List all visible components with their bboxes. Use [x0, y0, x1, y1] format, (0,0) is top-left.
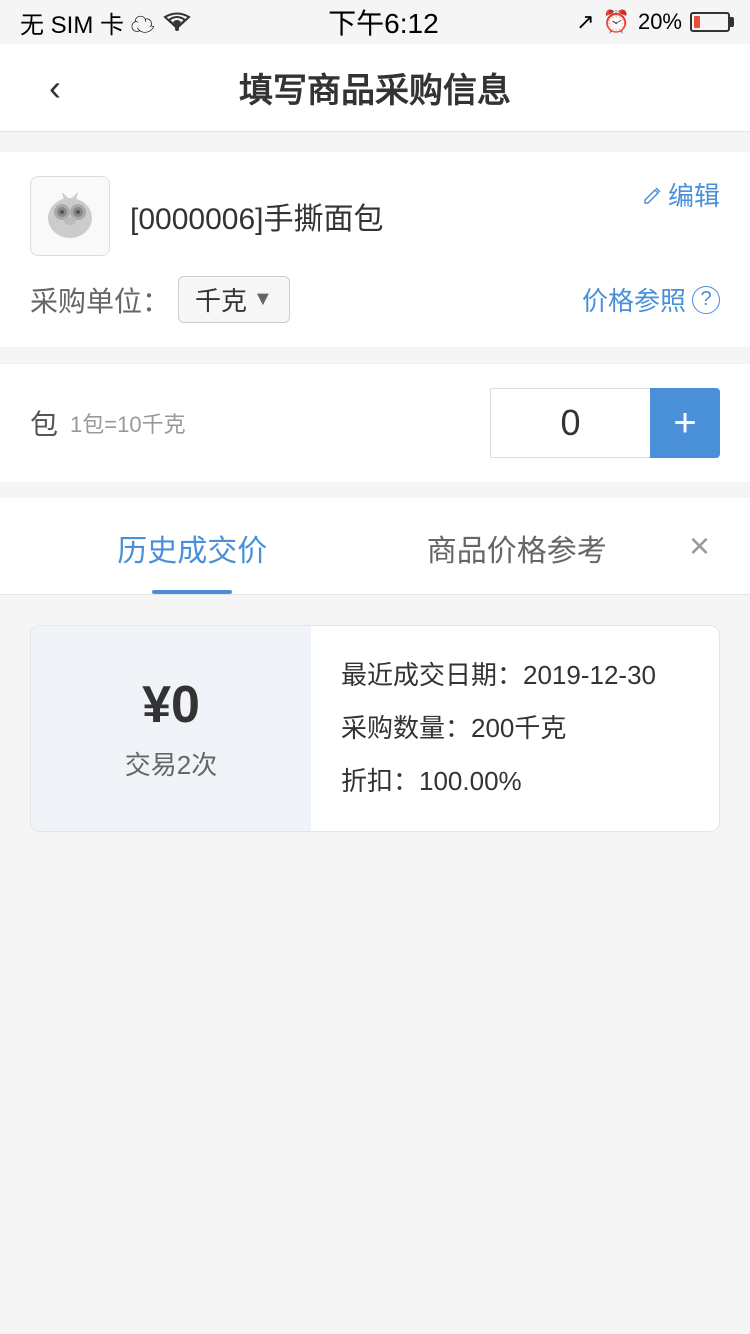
- tab-history-price[interactable]: 历史成交价: [30, 498, 354, 594]
- quantity-unit-info: 包 1包=10千克: [30, 403, 186, 443]
- gps-icon: ↗: [576, 9, 594, 35]
- unit-select[interactable]: 千克 ▼: [178, 276, 290, 323]
- edit-button[interactable]: 编辑: [642, 176, 720, 213]
- history-detail-side: 最近成交日期：2019-12-30 采购数量：200千克 折扣：100.00%: [311, 626, 719, 831]
- unit-label: 采购单位：: [30, 280, 170, 320]
- price-reference-button[interactable]: 价格参照 ?: [582, 281, 720, 318]
- alarm-icon: ⏰: [603, 9, 630, 35]
- status-left: 无 SIM 卡 ☁: [20, 5, 191, 40]
- battery-icon: [690, 12, 730, 32]
- history-price-value: ¥0: [142, 675, 200, 735]
- help-icon: ?: [692, 286, 720, 314]
- tab-product-price-ref[interactable]: 商品价格参考: [354, 498, 678, 594]
- no-sim-text: 无 SIM 卡 ☁: [20, 5, 155, 40]
- recent-date-item: 最近成交日期：2019-12-30: [341, 656, 689, 695]
- tab-close-button[interactable]: ×: [679, 515, 720, 577]
- history-content: ¥0 交易2次 最近成交日期：2019-12-30 采购数量：200千克 折扣：…: [0, 595, 750, 862]
- tabs-bar: 历史成交价 商品价格参考 ×: [0, 498, 750, 595]
- edit-icon: [642, 184, 664, 206]
- product-unit-row: 采购单位： 千克 ▼ 价格参照 ?: [30, 276, 720, 323]
- discount-item: 折扣：100.00%: [341, 762, 689, 801]
- unit-section: 采购单位： 千克 ▼: [30, 276, 290, 323]
- wifi-icon: [163, 12, 191, 32]
- quantity-item: 采购数量：200千克: [341, 709, 689, 748]
- battery-percent: 20%: [638, 9, 682, 35]
- product-card: [0000006]手撕面包 编辑 采购单位： 千克 ▼ 价格参照 ?: [0, 152, 750, 347]
- product-header: [0000006]手撕面包 编辑: [30, 176, 720, 256]
- product-info: [0000006]手撕面包: [30, 176, 383, 256]
- status-right: ↗ ⏰ 20%: [576, 9, 730, 35]
- quantity-input[interactable]: [490, 388, 650, 458]
- product-name: [0000006]手撕面包: [130, 194, 383, 238]
- history-card: ¥0 交易2次 最近成交日期：2019-12-30 采购数量：200千克 折扣：…: [30, 625, 720, 832]
- page-title: 填写商品采购信息: [239, 63, 511, 112]
- history-trade-count: 交易2次: [125, 745, 217, 782]
- product-thumbnail: [30, 176, 110, 256]
- quantity-input-group: +: [490, 388, 720, 458]
- dropdown-chevron-icon: ▼: [253, 288, 273, 311]
- nav-bar: ‹ 填写商品采购信息: [0, 44, 750, 132]
- quantity-row: 包 1包=10千克 +: [0, 363, 750, 482]
- quantity-conversion: 1包=10千克: [70, 407, 186, 439]
- history-price-side: ¥0 交易2次: [31, 626, 311, 831]
- quantity-unit-icon: 包: [30, 403, 58, 443]
- product-owl-icon: [40, 186, 100, 246]
- status-time: 下午6:12: [328, 2, 439, 42]
- quantity-plus-button[interactable]: +: [650, 388, 720, 458]
- back-button[interactable]: ‹: [30, 63, 80, 113]
- status-bar: 无 SIM 卡 ☁ 下午6:12 ↗ ⏰ 20%: [0, 0, 750, 44]
